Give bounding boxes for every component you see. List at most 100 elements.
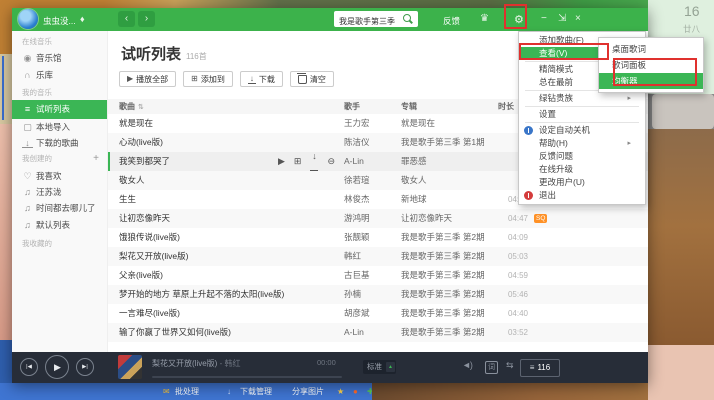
- sidebar-item-label: 我喜欢: [36, 171, 62, 181]
- now-playing-artist: - 韩红: [217, 359, 240, 368]
- lyrics-icon[interactable]: 词: [485, 361, 498, 374]
- song-title: 饿狼传说(live版): [119, 228, 180, 247]
- previous-button[interactable]: |◀: [20, 358, 38, 376]
- page-title: 试听列表: [121, 43, 181, 64]
- feedback-link[interactable]: 反馈: [443, 15, 460, 27]
- download-button[interactable]: ↓下载: [240, 71, 283, 87]
- playlist-toggle[interactable]: ≡116: [520, 359, 560, 377]
- add-playlist-button[interactable]: +: [93, 152, 99, 166]
- sidebar-item-5[interactable]: ▢本地导入: [12, 119, 107, 136]
- sidebar-item-6[interactable]: ↓下载的歌曲: [12, 135, 107, 152]
- play-icon: ▶: [127, 75, 133, 83]
- table-row[interactable]: 一言难尽(live版)胡彦斌我是歌手第三季 第2期04:40: [108, 304, 648, 323]
- menu-separator: [525, 106, 639, 107]
- add-to-button[interactable]: ⊞添加到: [183, 71, 233, 87]
- menu-item-7[interactable]: 帮助(H)▸: [519, 137, 645, 150]
- toolbar-label: 批处理: [175, 387, 199, 397]
- annotation-box-gear: [504, 4, 527, 29]
- song-album: 敬女人: [401, 171, 427, 190]
- play-button[interactable]: ▶: [45, 355, 69, 379]
- mini-mode-button[interactable]: ⇲: [558, 13, 566, 24]
- sidebar-section-label: 我收藏的: [22, 237, 107, 251]
- play-all-button[interactable]: ▶播放全部: [119, 71, 176, 87]
- song-title: 就是现在: [119, 114, 153, 133]
- menu-item-9[interactable]: 在线升级: [519, 163, 645, 176]
- player-bar: |◀ ▶ ▶| 梨花又开放(live版) - 韩红 00:00 标准▲ ◄) 词…: [12, 352, 648, 383]
- table-row[interactable]: 输了你赢了世界又如何(live版)A-Lin我是歌手第三季 第2期03:52: [108, 323, 648, 342]
- song-artist: 游鸿明: [344, 209, 370, 228]
- back-icon: ‹: [125, 13, 128, 24]
- progress-bar[interactable]: [152, 376, 342, 378]
- back-button[interactable]: ‹: [118, 11, 135, 27]
- menu-item-5[interactable]: 设置: [519, 108, 645, 121]
- close-button[interactable]: ×: [575, 13, 581, 24]
- sidebar-item-label: 乐库: [36, 70, 53, 80]
- column-duration[interactable]: 时长: [498, 99, 514, 114]
- row-more-icon[interactable]: ⊖: [327, 152, 335, 171]
- search-input[interactable]: [334, 14, 401, 29]
- song-title: 一言难尽(live版): [119, 304, 180, 323]
- clear-button[interactable]: 清空: [290, 71, 334, 87]
- background-bottom-right-photo: [648, 345, 714, 400]
- heart-icon: ♡: [22, 168, 33, 185]
- song-album: 我是歌手第三季 第2期: [401, 228, 485, 247]
- next-button[interactable]: ▶|: [76, 358, 94, 376]
- row-add-icon[interactable]: ⊞: [294, 152, 302, 171]
- search-box[interactable]: [334, 11, 418, 27]
- row-play-icon[interactable]: ▶: [278, 152, 285, 171]
- volume-icon[interactable]: ◄): [462, 360, 472, 370]
- row-download-icon[interactable]: ↓: [310, 152, 318, 171]
- sidebar-item-10[interactable]: ♫时间都去哪儿了: [12, 200, 107, 217]
- song-duration: 04:59: [493, 266, 528, 285]
- column-artist[interactable]: 歌手: [344, 99, 360, 114]
- envelope-icon[interactable]: ✉: [163, 387, 170, 397]
- forward-button[interactable]: ›: [138, 11, 155, 27]
- sidebar-item-2[interactable]: ∩乐库: [12, 67, 107, 84]
- power-red-icon: [524, 191, 533, 200]
- forward-icon: ›: [145, 13, 148, 24]
- play-mode-icon[interactable]: ⇆: [506, 360, 514, 371]
- sidebar-item-9[interactable]: ♫汪苏泷: [12, 184, 107, 201]
- browser-dot-icon[interactable]: ●: [353, 387, 358, 397]
- menu-item-4[interactable]: 绿钻贵族▸: [519, 92, 645, 105]
- now-playing-title: 梨花又开放(live版) - 韩红: [152, 358, 240, 369]
- search-icon[interactable]: [403, 14, 411, 22]
- background-bottom-photo: [372, 383, 648, 400]
- username[interactable]: 虫虫没...: [43, 15, 76, 27]
- album-art[interactable]: [118, 355, 142, 379]
- table-row[interactable]: 让初恋像昨天游鸿明让初恋像昨天04:47SQ: [108, 209, 648, 228]
- song-album: 我是歌手第三季 第2期: [401, 247, 485, 266]
- music-hall-icon: ◉: [22, 50, 33, 67]
- background-left-blue: [0, 340, 12, 383]
- sidebar-item-11[interactable]: ♫默认列表: [12, 217, 107, 234]
- sidebar-item-label: 本地导入: [36, 122, 70, 132]
- table-row[interactable]: 梨花又开放(live版)韩红我是歌手第三季 第2期05:03: [108, 247, 648, 266]
- star-icon[interactable]: ★: [337, 387, 344, 397]
- sidebar-item-4[interactable]: ≡试听列表: [12, 100, 107, 119]
- menu-item-11[interactable]: 退出: [519, 189, 645, 202]
- menu-item-10[interactable]: 更改用户(U): [519, 176, 645, 189]
- annotation-box-view-item: [519, 43, 609, 60]
- song-album: 新地球: [401, 190, 427, 209]
- column-song[interactable]: 歌曲⇅: [119, 99, 144, 115]
- table-row[interactable]: 梦开始的地方 草原上升起不落的太阳(live版)孙楠我是歌手第三季 第2期05:…: [108, 285, 648, 304]
- menu-item-6[interactable]: 设定自动关机: [519, 124, 645, 137]
- sidebar-item-1[interactable]: ◉音乐馆: [12, 50, 107, 67]
- sidebar-section-label: 在线音乐: [22, 35, 107, 49]
- submenu-arrow-icon: ▸: [627, 92, 631, 105]
- minimize-button[interactable]: −: [541, 13, 547, 24]
- button-label: 清空: [310, 74, 326, 85]
- calendar-lunar-date: 廿八: [683, 23, 700, 35]
- toolbar-label: 下载管理: [240, 387, 272, 397]
- download-arrow-icon[interactable]: ↓: [227, 387, 231, 397]
- quality-selector[interactable]: 标准▲: [363, 360, 396, 374]
- menu-item-8[interactable]: 反馈问题: [519, 150, 645, 163]
- sidebar: 在线音乐◉音乐馆∩乐库我的音乐≡试听列表▢本地导入↓下载的歌曲我创建的+♡我喜欢…: [12, 31, 108, 352]
- table-row[interactable]: 饿狼传说(live版)张靓颖我是歌手第三季 第2期04:09: [108, 228, 648, 247]
- user-avatar[interactable]: [18, 9, 38, 29]
- column-album[interactable]: 专辑: [401, 99, 417, 114]
- sidebar-item-8[interactable]: ♡我喜欢: [12, 168, 107, 185]
- crown-icon[interactable]: ♛: [480, 13, 489, 24]
- table-row[interactable]: 父亲(live版)古巨基我是歌手第三季 第2期04:59: [108, 266, 648, 285]
- submenu-item-0[interactable]: 桌面歌词: [599, 41, 703, 57]
